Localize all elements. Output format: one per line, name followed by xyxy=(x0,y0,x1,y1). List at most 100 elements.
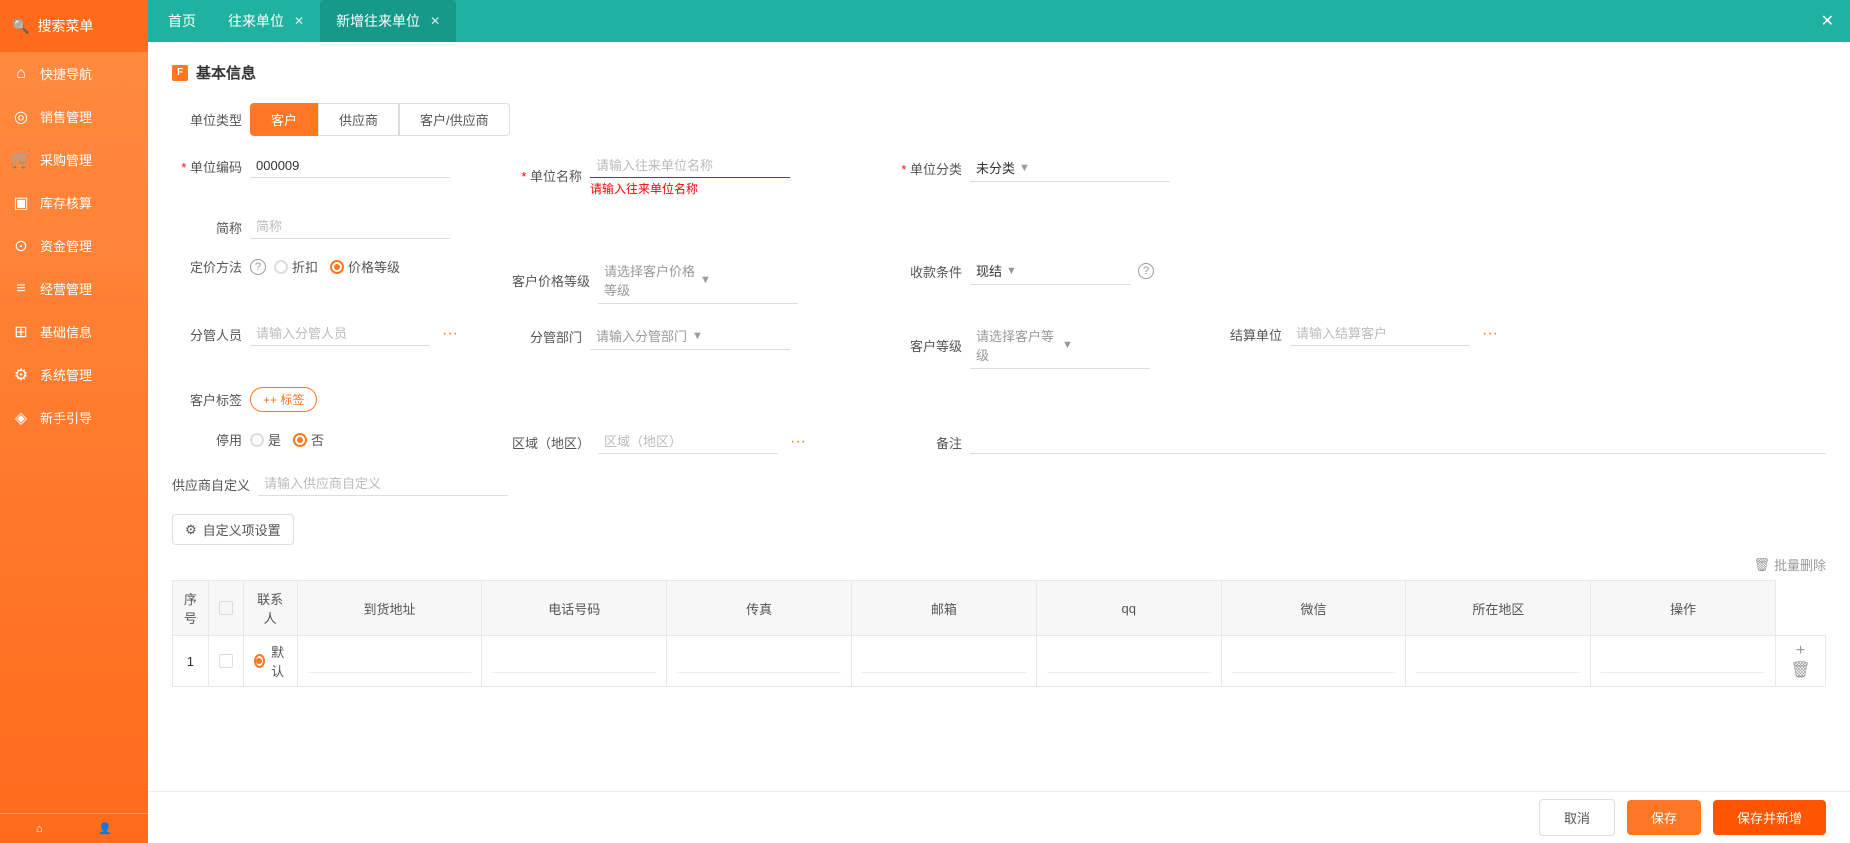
row-qq[interactable] xyxy=(1221,636,1406,687)
dept-select[interactable]: 请输入分管部门 ▼ xyxy=(590,322,790,350)
sidebar-item-base[interactable]: ⊞ 基础信息 xyxy=(0,310,148,353)
abbr-input[interactable] xyxy=(250,215,450,239)
sidebar-user-btn[interactable]: 👤 xyxy=(98,822,112,835)
row-add-btn[interactable]: + xyxy=(1793,642,1808,659)
radio-discount-circle xyxy=(274,260,288,274)
sidebar-home-btn[interactable]: ⌂ xyxy=(36,823,43,835)
radio-yes[interactable]: 是 xyxy=(250,430,281,449)
radio-price-level-dot xyxy=(334,264,340,270)
price-level-group: 客户价格等级 请选择客户价格等级 ▼ xyxy=(512,257,892,304)
tab-close-new-partner[interactable]: ✕ xyxy=(430,14,440,28)
purchase-icon: 🛒 xyxy=(12,151,30,169)
sidebar-item-inventory[interactable]: ▣ 库存核算 xyxy=(0,181,148,224)
sidebar-item-system[interactable]: ⚙ 系统管理 xyxy=(0,353,148,396)
unit-name-wrapper: 请输入往来单位名称 xyxy=(590,154,790,197)
unit-type-row: 单位类型 客户 供应商 客户/供应商 xyxy=(172,103,1826,136)
table-header-9: 所在地区 xyxy=(1406,581,1591,636)
radio-price-level[interactable]: 价格等级 xyxy=(330,257,400,276)
price-level-arrow: ▼ xyxy=(700,274,792,286)
sidebar-item-label: 库存核算 xyxy=(40,193,92,212)
radio-yes-circle xyxy=(250,433,264,447)
tab-close-partners[interactable]: ✕ xyxy=(294,14,304,28)
manager-row: 分管人员 ··· 分管部门 请输入分管部门 ▼ 客户等级 请选择客户等级 ▼ 结… xyxy=(172,322,1826,369)
close-all-tabs-btn[interactable]: ✕ xyxy=(1809,11,1846,31)
supplier-custom-input[interactable] xyxy=(258,472,508,496)
custom-settings-btn[interactable]: ⚙ 自定义项设置 xyxy=(172,514,294,545)
settlement-input[interactable] xyxy=(1290,322,1470,346)
supplier-custom-group: 供应商自定义 xyxy=(172,472,1826,496)
radio-no[interactable]: 否 xyxy=(293,430,324,449)
pricing-help-icon[interactable]: ? xyxy=(250,259,266,275)
remark-input[interactable] xyxy=(970,430,1826,454)
tags-label: 客户标签 xyxy=(172,390,242,409)
unit-name-input[interactable] xyxy=(590,154,790,178)
add-tag-btn[interactable]: + + 标签 xyxy=(250,387,317,412)
type-btn-supplier[interactable]: 供应商 xyxy=(318,103,399,136)
table-header-3: 到货地址 xyxy=(297,581,482,636)
cancel-button[interactable]: 取消 xyxy=(1539,799,1615,836)
sidebar-item-sales[interactable]: ◎ 销售管理 xyxy=(0,95,148,138)
save-new-button[interactable]: 保存并新增 xyxy=(1713,800,1826,835)
settlement-group: 结算单位 ··· xyxy=(1212,322,1532,346)
radio-no-dot xyxy=(297,437,303,443)
settlement-more-btn[interactable]: ··· xyxy=(1478,325,1502,343)
settings-icon: ⚙ xyxy=(185,522,197,538)
abbr-row: 简称 xyxy=(172,215,1826,239)
row-delete-btn[interactable]: 🗑 xyxy=(1787,662,1813,679)
sidebar-item-operations[interactable]: ≡ 经营管理 xyxy=(0,267,148,310)
type-btn-customer[interactable]: 客户 xyxy=(250,103,318,136)
abbr-group: 简称 xyxy=(172,215,512,239)
price-level-select[interactable]: 请选择客户价格等级 ▼ xyxy=(598,257,798,304)
tab-partners[interactable]: 往来单位✕ xyxy=(212,0,320,42)
sidebar-item-finance[interactable]: ⊙ 资金管理 xyxy=(0,224,148,267)
supplier-custom-label: 供应商自定义 xyxy=(172,475,250,494)
disabled-radio-group: 是 否 xyxy=(250,430,324,449)
row-wechat[interactable] xyxy=(1406,636,1591,687)
row-address[interactable] xyxy=(482,636,667,687)
radio-discount[interactable]: 折扣 xyxy=(274,257,318,276)
row-phone[interactable] xyxy=(667,636,852,687)
unit-category-select[interactable]: 未分类 ▼ xyxy=(970,154,1170,182)
inventory-icon: ▣ xyxy=(12,194,30,212)
table-header-6: 邮箱 xyxy=(852,581,1037,636)
customer-level-select[interactable]: 请选择客户等级 ▼ xyxy=(970,322,1150,369)
sidebar-search[interactable]: 🔍 搜索菜单 xyxy=(0,8,148,44)
tab-home[interactable]: 首页 xyxy=(152,0,212,42)
manager-input[interactable] xyxy=(250,322,430,346)
payment-terms-help[interactable]: ? xyxy=(1138,263,1154,279)
search-icon: 🔍 xyxy=(12,18,29,35)
user-icon: 👤 xyxy=(98,822,112,835)
guide-icon: ◈ xyxy=(12,409,30,427)
manager-more-btn[interactable]: ··· xyxy=(438,325,462,343)
sidebar-item-purchase[interactable]: 🛒 采购管理 xyxy=(0,138,148,181)
row-checkbox-input[interactable] xyxy=(219,654,233,668)
remark-group: 备注 xyxy=(892,430,1826,454)
section-header: F 基本信息 xyxy=(172,62,1826,83)
sidebar-item-label: 系统管理 xyxy=(40,365,92,384)
row-default-radio[interactable]: 默认 xyxy=(254,642,287,680)
type-btn-both[interactable]: 客户/供应商 xyxy=(399,103,510,136)
row-contact[interactable] xyxy=(297,636,482,687)
main-content: 首页往来单位✕新增往来单位✕ ✕ F 基本信息 单位类型 客户 供应商 客户/供… xyxy=(148,0,1850,843)
payment-terms-select[interactable]: 现结 ▼ xyxy=(970,257,1130,285)
row-fax[interactable] xyxy=(852,636,1037,687)
row-email[interactable] xyxy=(1036,636,1221,687)
table-header-10: 操作 xyxy=(1591,581,1776,636)
sidebar-item-label: 采购管理 xyxy=(40,150,92,169)
area-more-btn[interactable]: ··· xyxy=(786,433,810,451)
customer-level-arrow: ▼ xyxy=(1062,339,1144,351)
tab-new-partner[interactable]: 新增往来单位✕ xyxy=(320,0,456,42)
row-checkbox[interactable] xyxy=(208,636,243,687)
sidebar-item-quick-nav[interactable]: ⌂ 快捷导航 xyxy=(0,52,148,95)
row-default: 默认 xyxy=(243,636,297,687)
row-region[interactable] xyxy=(1591,636,1776,687)
unit-category-arrow: ▼ xyxy=(1019,162,1030,174)
save-button[interactable]: 保存 xyxy=(1627,800,1701,835)
sidebar-search-label: 搜索菜单 xyxy=(37,16,93,36)
area-input[interactable] xyxy=(598,430,778,454)
sidebar-item-guide[interactable]: ◈ 新手引导 xyxy=(0,396,148,439)
batch-delete-btn[interactable]: 🗑 批量删除 xyxy=(1753,555,1826,574)
table-header-checkbox[interactable] xyxy=(219,601,233,615)
unit-code-input[interactable] xyxy=(250,154,450,178)
section-title: 基本信息 xyxy=(196,62,256,83)
